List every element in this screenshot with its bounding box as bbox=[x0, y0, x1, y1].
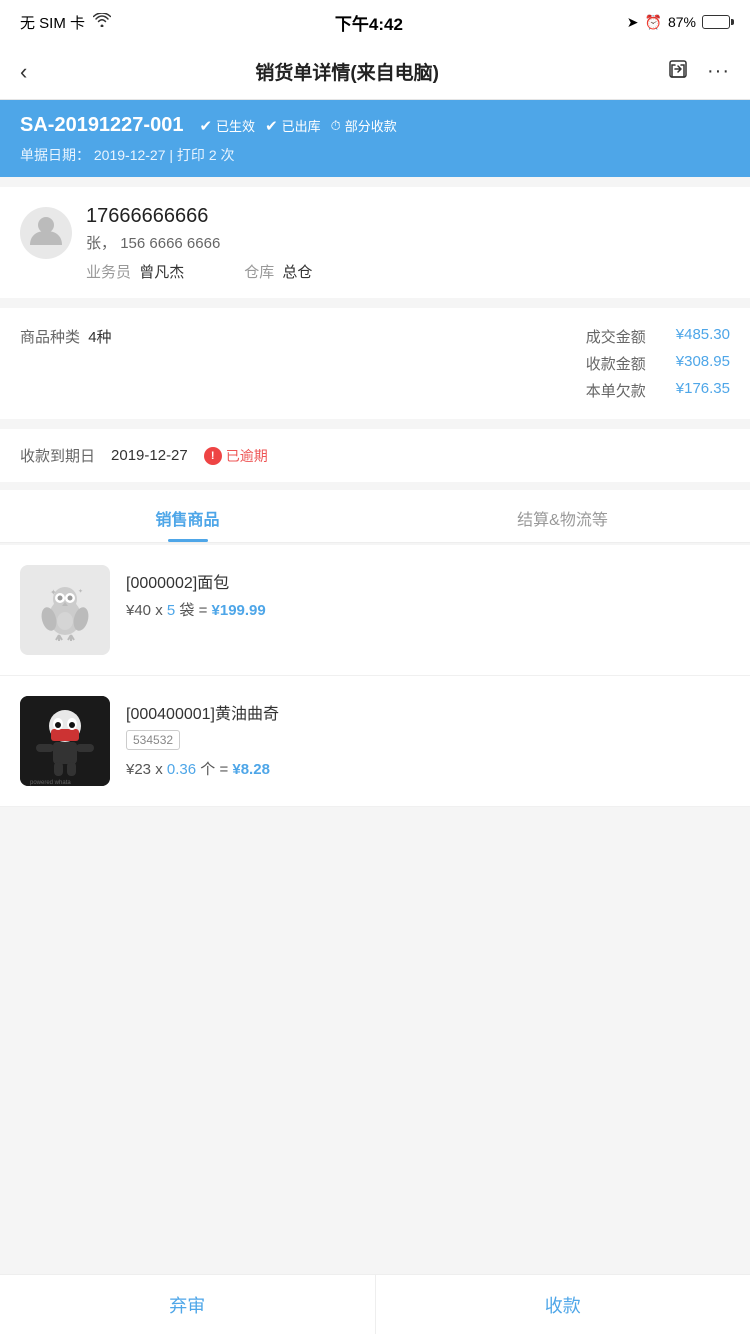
customer-id: 17666666666 bbox=[86, 205, 730, 228]
product-total-bread: ¥199.99 bbox=[212, 602, 266, 619]
badge-shipped: ✔ 已出库 bbox=[265, 116, 321, 135]
product-qty-bread: 5 bbox=[167, 602, 175, 619]
page-title: 销货单详情(来自电脑) bbox=[255, 58, 439, 85]
more-button[interactable]: ··· bbox=[707, 60, 730, 83]
debt-label: 本单欠款 bbox=[586, 380, 646, 401]
customer-section: 17666666666 张， 156 6666 6666 业务员 曾凡杰 仓库 … bbox=[0, 187, 750, 298]
product-price-cookie: ¥23 x 0.36 个 = ¥8.28 bbox=[126, 758, 730, 779]
tab-sales-products[interactable]: 销售商品 bbox=[0, 490, 375, 542]
tab-settlement[interactable]: 结算&物流等 bbox=[375, 490, 750, 542]
customer-avatar bbox=[20, 207, 72, 259]
overdue-text: 已逾期 bbox=[226, 446, 268, 466]
product-type-info: 商品种类 4种 bbox=[20, 326, 112, 347]
summary-section: 商品种类 4种 成交金额 ¥485.30 收款金额 ¥308.95 本单欠款 ¥… bbox=[0, 308, 750, 419]
status-right: ➤ ⏰ 87% bbox=[627, 14, 730, 31]
share-button[interactable] bbox=[667, 58, 689, 86]
alarm-icon: ⏰ bbox=[645, 14, 662, 31]
product-total-cookie: ¥8.28 bbox=[232, 761, 270, 778]
debt-amount-row: 本单欠款 ¥176.35 bbox=[586, 380, 730, 401]
header-banner: SA-20191227-001 ✔ 已生效 ✔ 已出库 ⏱ 部分收款 单据日期：… bbox=[0, 100, 750, 177]
overdue-badge: ! 已逾期 bbox=[204, 446, 268, 466]
salesperson-label: 业务员 bbox=[86, 264, 131, 281]
order-id: SA-20191227-001 bbox=[20, 114, 183, 137]
receipt-value: ¥308.95 bbox=[676, 353, 730, 374]
deal-label: 成交金额 bbox=[586, 326, 646, 347]
nav-actions: ··· bbox=[667, 58, 730, 86]
financial-summary: 成交金额 ¥485.30 收款金额 ¥308.95 本单欠款 ¥176.35 bbox=[586, 326, 730, 401]
debt-value: ¥176.35 bbox=[676, 380, 730, 401]
customer-info: 17666666666 张， 156 6666 6666 业务员 曾凡杰 仓库 … bbox=[86, 205, 730, 282]
clock-icon: ⏱ bbox=[331, 118, 341, 134]
product-type-label: 商品种类 bbox=[20, 329, 80, 346]
deal-amount-row: 成交金额 ¥485.30 bbox=[586, 326, 730, 347]
battery-text: 87% bbox=[668, 14, 696, 30]
wifi-icon bbox=[93, 13, 111, 31]
badge-partial: ⏱ 部分收款 bbox=[331, 116, 397, 135]
badge-effective: ✔ 已生效 bbox=[199, 116, 255, 135]
bottom-bar: 弃审 收款 bbox=[0, 1274, 750, 1334]
status-time: 下午4:42 bbox=[335, 10, 403, 35]
overdue-icon: ! bbox=[204, 447, 222, 465]
due-section: 收款到期日 2019-12-27 ! 已逾期 bbox=[0, 429, 750, 482]
check-icon-shipped: ✔ bbox=[265, 117, 278, 135]
product-item: powered whata [000400001]黄油曲奇 534532 ¥23… bbox=[0, 676, 750, 807]
date-label: 单据日期： bbox=[20, 147, 90, 163]
confirm-button[interactable]: 收款 bbox=[376, 1275, 750, 1334]
product-details-bread: [0000002]面包 ¥40 x 5 袋 = ¥199.99 bbox=[126, 565, 730, 620]
svg-text:✦: ✦ bbox=[50, 588, 57, 597]
date-value: 2019-12-27 bbox=[94, 147, 166, 163]
status-bar: 无 SIM 卡 下午4:42 ➤ ⏰ 87% bbox=[0, 0, 750, 44]
svg-text:✦: ✦ bbox=[78, 588, 83, 595]
product-tag-cookie: 534532 bbox=[126, 730, 180, 750]
product-item: ✦ ✦ [0000002]面包 ¥40 x 5 袋 = ¥199.99 bbox=[0, 545, 750, 676]
carrier-text: 无 SIM 卡 bbox=[20, 12, 85, 33]
warehouse-info: 仓库 总仓 bbox=[244, 261, 312, 282]
due-date: 2019-12-27 bbox=[111, 447, 188, 464]
tabs-section: 销售商品 结算&物流等 bbox=[0, 490, 750, 543]
product-image-bread: ✦ ✦ bbox=[20, 565, 110, 655]
location-icon: ➤ bbox=[627, 14, 639, 31]
product-qty-cookie: 0.36 bbox=[167, 761, 196, 778]
banner-badges: ✔ 已生效 ✔ 已出库 ⏱ 部分收款 bbox=[199, 116, 396, 135]
print-info: | 打印 2 次 bbox=[169, 147, 234, 163]
warehouse-label: 仓库 bbox=[244, 264, 274, 281]
product-price-bread: ¥40 x 5 袋 = ¥199.99 bbox=[126, 599, 730, 620]
svg-text:powered whata: powered whata bbox=[30, 780, 71, 786]
product-count: 4种 bbox=[88, 329, 111, 346]
banner-row1: SA-20191227-001 ✔ 已生效 ✔ 已出库 ⏱ 部分收款 bbox=[20, 114, 730, 137]
battery-icon bbox=[702, 15, 730, 29]
product-list: ✦ ✦ [0000002]面包 ¥40 x 5 袋 = ¥199.99 bbox=[0, 545, 750, 807]
product-name-bread: [0000002]面包 bbox=[126, 569, 730, 593]
back-button[interactable]: ‹ bbox=[20, 59, 27, 85]
status-left: 无 SIM 卡 bbox=[20, 12, 111, 33]
check-icon-effective: ✔ bbox=[199, 117, 212, 135]
receipt-label: 收款金额 bbox=[586, 353, 646, 374]
salesperson-value: 曾凡杰 bbox=[139, 264, 184, 281]
owl-image: ✦ ✦ bbox=[20, 565, 110, 655]
nav-bar: ‹ 销货单详情(来自电脑) ··· bbox=[0, 44, 750, 100]
salesperson-info: 业务员 曾凡杰 bbox=[86, 261, 184, 282]
due-label: 收款到期日 bbox=[20, 445, 95, 466]
receipt-amount-row: 收款金额 ¥308.95 bbox=[586, 353, 730, 374]
customer-phone: 张， 156 6666 6666 bbox=[86, 232, 730, 253]
avatar-icon bbox=[28, 211, 64, 255]
tabs: 销售商品 结算&物流等 bbox=[0, 490, 750, 542]
banner-date-row: 单据日期： 2019-12-27 | 打印 2 次 bbox=[20, 145, 730, 165]
product-name-cookie: [000400001]黄油曲奇 bbox=[126, 700, 730, 724]
warehouse-value: 总仓 bbox=[282, 264, 312, 281]
cancel-button[interactable]: 弃审 bbox=[0, 1275, 376, 1334]
product-details-cookie: [000400001]黄油曲奇 534532 ¥23 x 0.36 个 = ¥8… bbox=[126, 696, 730, 779]
customer-meta: 业务员 曾凡杰 仓库 总仓 bbox=[86, 261, 730, 282]
deal-value: ¥485.30 bbox=[676, 326, 730, 347]
product-image-cookie: powered whata bbox=[20, 696, 110, 786]
